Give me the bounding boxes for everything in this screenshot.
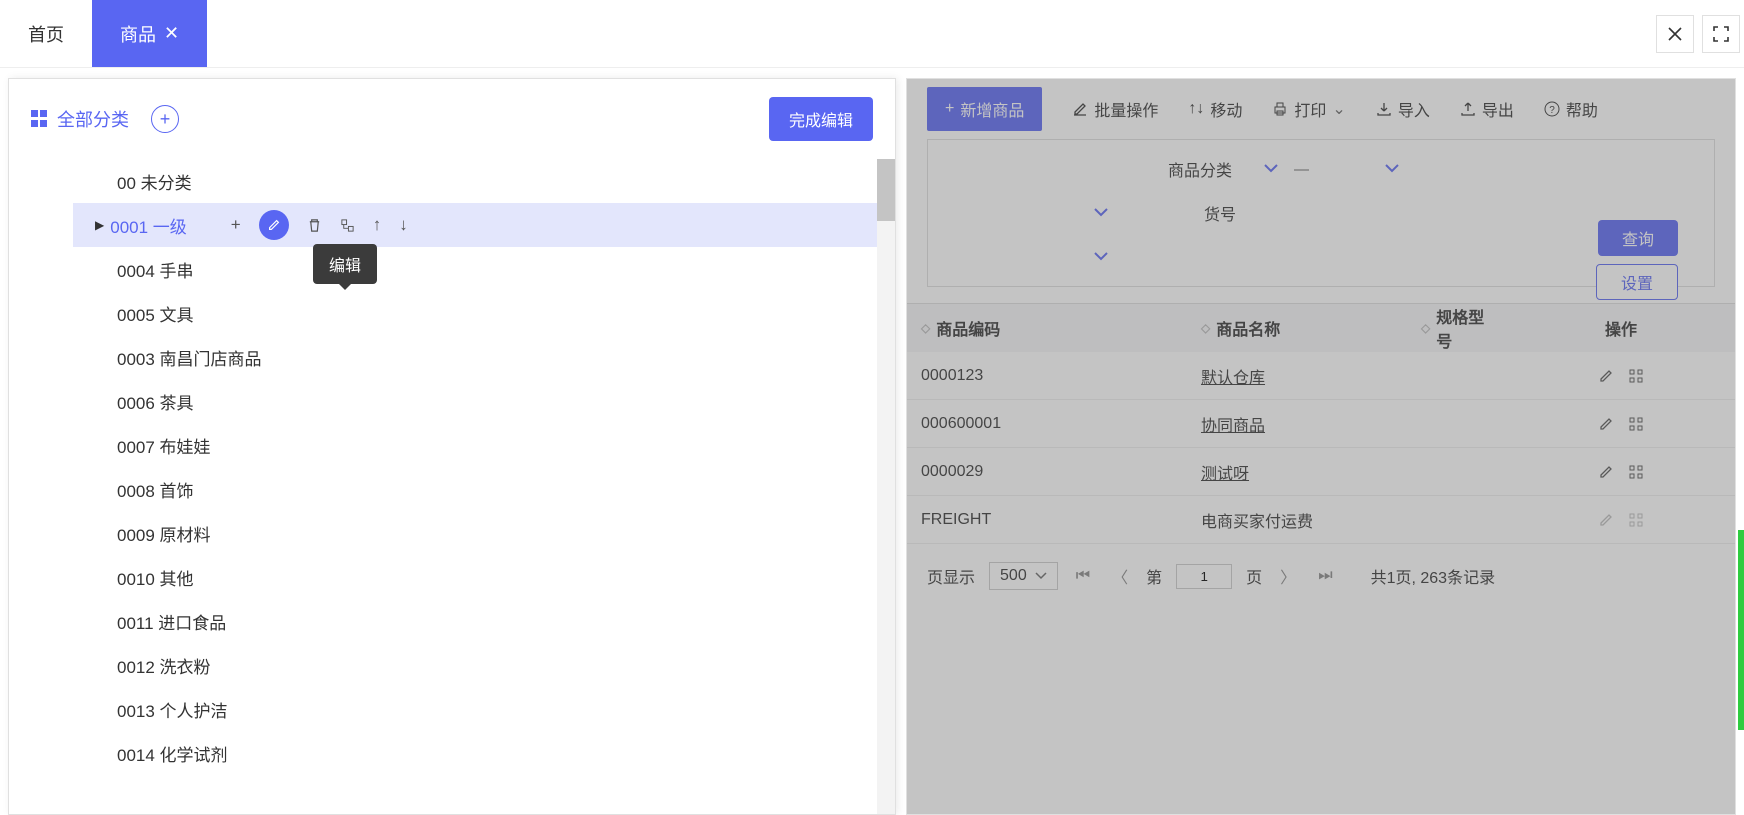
tab-product[interactable]: 商品 ✕ — [92, 0, 207, 67]
expand-icon[interactable]: ▶ — [95, 218, 104, 232]
tree-item[interactable]: 0008 首饰 — [73, 467, 895, 511]
tree-item[interactable]: 0007 布娃娃 — [73, 423, 895, 467]
tree-item-label: 0004 手串 — [117, 257, 194, 282]
tree-item-label: 0005 文具 — [117, 301, 194, 326]
tree-item[interactable]: 0004 手串 — [73, 247, 895, 291]
grid-icon — [31, 110, 49, 128]
tree-item[interactable]: 0011 进口食品 — [73, 599, 895, 643]
tree-item-label: 0011 进口食品 — [117, 609, 226, 634]
tree-item-label: 0008 首饰 — [117, 477, 194, 502]
tree-item[interactable]: 0005 文具 — [73, 291, 895, 335]
tree-item-label: 00 未分类 — [117, 169, 192, 194]
category-title[interactable]: 全部分类 — [31, 106, 129, 132]
tree-item-label: 0012 洗衣粉 — [117, 653, 211, 678]
tree-item-label: 0009 原材料 — [117, 521, 211, 546]
scroll-indicator — [1738, 530, 1744, 730]
category-tree: 00 未分类 ▶ 0001 一级 + ↑ ↓ 0004 手串 0005 文具 0003 南昌门店… — [9, 159, 895, 814]
category-panel: 全部分类 + 完成编辑 编辑 00 未分类▶0001 一级+↑↓0004 手串0… — [8, 78, 896, 815]
tree-item[interactable]: 0006 茶具 — [73, 379, 895, 423]
delete-icon[interactable] — [307, 218, 322, 233]
tree-item-label: 0007 布娃娃 — [117, 433, 211, 458]
overlay-dim — [907, 79, 1735, 814]
tree-item[interactable]: 0014 化学试剂 — [73, 731, 895, 775]
tree-item[interactable]: 0012 洗衣粉 — [73, 643, 895, 687]
structure-icon[interactable] — [340, 218, 355, 233]
fullscreen-button[interactable] — [1702, 15, 1740, 53]
close-icon[interactable]: ✕ — [164, 23, 179, 44]
tab-home[interactable]: 首页 — [0, 0, 92, 67]
tree-item[interactable]: 0010 其他 — [73, 555, 895, 599]
edit-icon[interactable] — [259, 210, 289, 240]
tree-item-label: 0010 其他 — [117, 565, 194, 590]
arrow-up-icon[interactable]: ↑ — [373, 215, 382, 235]
tree-item-label: 0014 化学试剂 — [117, 741, 228, 766]
tree-item-label: 0006 茶具 — [117, 389, 194, 414]
close-all-button[interactable] — [1656, 15, 1694, 53]
tree-item-label: 0013 个人护洁 — [117, 697, 228, 722]
add-category-button[interactable]: + — [151, 105, 179, 133]
done-edit-button[interactable]: 完成编辑 — [769, 97, 873, 141]
scrollbar[interactable] — [877, 159, 895, 814]
add-icon[interactable]: + — [231, 215, 241, 235]
arrow-down-icon[interactable]: ↓ — [399, 215, 408, 235]
tab-bar: 首页 商品 ✕ — [0, 0, 1744, 68]
product-main-panel: + 新增商品 批量操作 ↑↓ 移动 打印 — [906, 78, 1736, 815]
tree-item-label: 0001 一级 — [110, 213, 187, 238]
tree-item[interactable]: 0013 个人护洁 — [73, 687, 895, 731]
tree-item[interactable]: 0003 南昌门店商品 — [73, 335, 895, 379]
edit-tooltip: 编辑 — [313, 244, 377, 284]
tree-item[interactable]: ▶ 0001 一级 + ↑ ↓ — [73, 203, 895, 247]
tree-item[interactable]: 0009 原材料 — [73, 511, 895, 555]
tree-item[interactable]: 00 未分类 — [73, 159, 895, 203]
tree-item-label: 0003 南昌门店商品 — [117, 345, 262, 370]
